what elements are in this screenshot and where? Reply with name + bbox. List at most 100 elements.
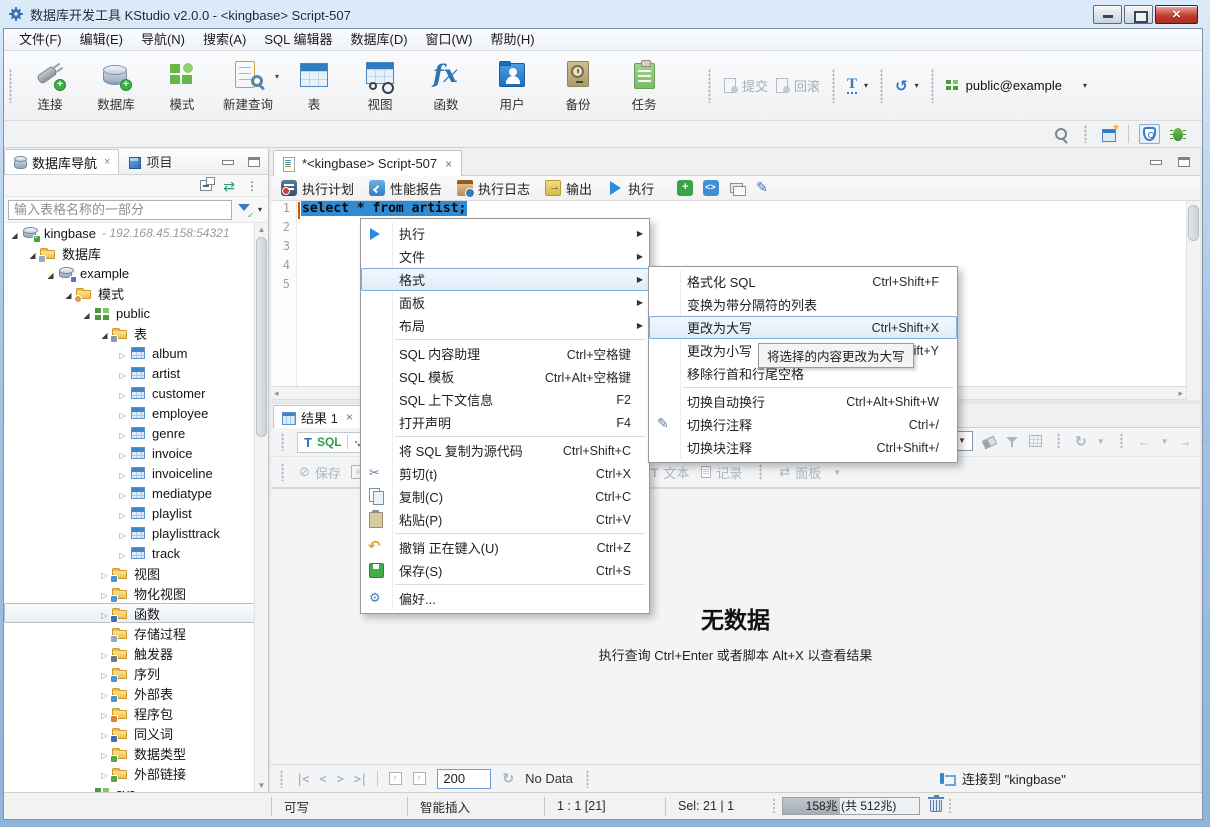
tree-item[interactable]: customer <box>4 383 268 403</box>
context-menu-item[interactable]: SQL 上下文信息 F2 <box>361 388 649 411</box>
tab-close-icon[interactable]: × <box>346 410 353 424</box>
context-menu-item[interactable]: 执行 <box>361 222 649 245</box>
tree-item[interactable]: playlisttrack <box>4 523 268 543</box>
tree-item[interactable]: mediatype <box>4 483 268 503</box>
toolbar-grip[interactable] <box>280 770 283 788</box>
tree-item[interactable]: employee <box>4 403 268 423</box>
debug-perspective-icon[interactable] <box>1173 128 1183 141</box>
submenu-item[interactable]: 格式化 SQL Ctrl+Shift+F <box>649 270 957 293</box>
context-menu-item[interactable]: 偏好... <box>361 587 649 610</box>
tree-expander-icon[interactable] <box>116 346 129 361</box>
editor-toolbar-button[interactable]: 输出 <box>545 179 592 198</box>
fetch-all-icon[interactable] <box>413 772 426 785</box>
context-menu-item[interactable]: 格式 <box>361 268 649 291</box>
tree-expander-icon[interactable] <box>116 506 129 521</box>
submenu-item[interactable]: 切换行注释 Ctrl+/ <box>649 413 957 436</box>
filter-icon[interactable] <box>238 203 252 217</box>
context-menu-item[interactable]: 面板 <box>361 291 649 314</box>
tree-expander-icon[interactable] <box>80 306 93 321</box>
toolbar-button[interactable]: 备份 ▾ <box>545 59 611 113</box>
editor-tab[interactable]: *<kingbase> Script-507 × <box>273 150 462 176</box>
context-menu-item[interactable]: 打开声明 F4 <box>361 411 649 434</box>
minimize-button[interactable] <box>1093 5 1122 24</box>
tree-item[interactable]: album <box>4 343 268 363</box>
context-menu-item[interactable]: 布局 <box>361 314 649 337</box>
sidebar-scrollbar[interactable]: ▲ ▼ <box>254 223 268 792</box>
collapse-all-icon[interactable] <box>200 180 212 191</box>
connection-selector[interactable]: public@example <box>966 78 1062 93</box>
scroll-right-icon[interactable]: ▸ <box>1178 388 1183 399</box>
tree-expander-icon[interactable] <box>116 366 129 381</box>
tree-item[interactable]: 视图 <box>4 563 268 583</box>
open-perspective-icon[interactable] <box>1102 126 1118 142</box>
submenu-item[interactable]: 切换块注释 Ctrl+Shift+/ <box>649 436 957 459</box>
tree-item[interactable]: 模式 <box>4 283 268 303</box>
memory-gauge[interactable]: 158兆 (共 512兆) <box>782 797 920 815</box>
editor-vscrollbar[interactable] <box>1186 201 1200 400</box>
editor-action-icon[interactable] <box>755 180 771 196</box>
editor-toolbar-button[interactable]: 执行 <box>607 179 654 198</box>
context-menu-item[interactable]: 保存(S) Ctrl+S <box>361 559 649 582</box>
scroll-up-icon[interactable]: ▲ <box>255 225 268 234</box>
close-button[interactable]: × <box>1155 5 1198 24</box>
tree-item[interactable]: 序列 <box>4 663 268 683</box>
tree-expander-icon[interactable] <box>116 426 129 441</box>
context-menu-item[interactable]: 粘贴(P) Ctrl+V <box>361 508 649 531</box>
sidebar-tab[interactable]: 数据库导航 × <box>4 149 119 174</box>
toolbar-grip[interactable] <box>832 69 835 103</box>
context-menu-item[interactable]: 复制(C) Ctrl+C <box>361 485 649 508</box>
context-menu-item[interactable]: 将 SQL 复制为源代码 Ctrl+Shift+C <box>361 439 649 462</box>
submenu-item[interactable]: 切换自动换行 Ctrl+Alt+Shift+W <box>649 390 957 413</box>
menubar-item[interactable]: 编辑(E) <box>71 29 132 50</box>
panel-minimize-icon[interactable] <box>1150 160 1162 165</box>
toolbar-button[interactable]: 数据库 ▾ <box>83 59 149 113</box>
tree-item[interactable]: 数据库 <box>4 243 268 263</box>
toolbar-grip[interactable] <box>1120 433 1123 449</box>
link-with-editor-icon[interactable]: ⇄ <box>223 180 235 192</box>
selected-text[interactable]: select * from artist; <box>301 201 467 216</box>
view-menu-icon[interactable]: ⋮ <box>246 179 258 193</box>
menubar-item[interactable]: 文件(F) <box>10 29 71 50</box>
sql-perspective-button[interactable] <box>1139 124 1160 144</box>
tree-expander-icon[interactable] <box>8 226 21 241</box>
context-menu-item[interactable]: 文件 <box>361 245 649 268</box>
tree-item[interactable]: genre <box>4 423 268 443</box>
tree-item[interactable]: 程序包 <box>4 703 268 723</box>
sidebar-tab[interactable]: 项目 × <box>119 149 180 174</box>
editor-toolbar-button[interactable]: 执行计划 <box>281 179 354 198</box>
context-menu-item[interactable]: SQL 模板 Ctrl+Alt+空格键 <box>361 365 649 388</box>
tree-item[interactable]: public <box>4 303 268 323</box>
toolbar-button[interactable]: 函数 ▾ <box>413 59 479 113</box>
toolbar-grip[interactable] <box>1057 433 1060 449</box>
toolbar-grip[interactable] <box>931 69 934 103</box>
prev-page-icon[interactable]: < <box>319 772 325 786</box>
tree-item[interactable]: invoice <box>4 443 268 463</box>
tree-item[interactable]: kingbase - 192.168.45.158:54321 <box>4 223 268 243</box>
next-page-icon[interactable]: > <box>337 772 343 786</box>
toolbar-grip[interactable] <box>281 463 284 481</box>
dropdown-arrow-icon[interactable]: ▾ <box>915 81 919 90</box>
submenu-item[interactable]: 变换为带分隔符的列表 <box>649 293 957 316</box>
transaction-mode-icon[interactable]: T <box>847 77 857 94</box>
tree-item[interactable]: 表 <box>4 323 268 343</box>
toolbar-button[interactable]: 视图 ▾ <box>347 59 413 113</box>
editor-action-icon[interactable] <box>729 180 745 196</box>
dropdown-arrow-icon[interactable]: ▾ <box>864 81 868 90</box>
editor-action-icon[interactable] <box>677 180 693 196</box>
panel-minimize-icon[interactable] <box>222 160 234 165</box>
tree-expander-icon[interactable] <box>116 386 129 401</box>
history-icon[interactable]: ↺ <box>895 77 908 95</box>
dropdown-arrow-icon[interactable]: ▾ <box>258 205 262 214</box>
editor-action-icon[interactable] <box>703 180 719 196</box>
tree-expander-icon[interactable] <box>116 406 129 421</box>
tree-item[interactable]: 触发器 <box>4 643 268 663</box>
tree-item[interactable]: invoiceline <box>4 463 268 483</box>
tree-expander-icon[interactable] <box>116 466 129 481</box>
tab-close-icon[interactable]: × <box>104 156 110 168</box>
toolbar-button[interactable]: 连接 ▾ <box>17 59 83 113</box>
toolbar-grip[interactable] <box>586 770 589 788</box>
toolbar-grip[interactable] <box>9 69 12 103</box>
tree-item[interactable]: 数据类型 <box>4 743 268 763</box>
tree-item[interactable]: playlist <box>4 503 268 523</box>
tree-item[interactable]: track <box>4 543 268 563</box>
